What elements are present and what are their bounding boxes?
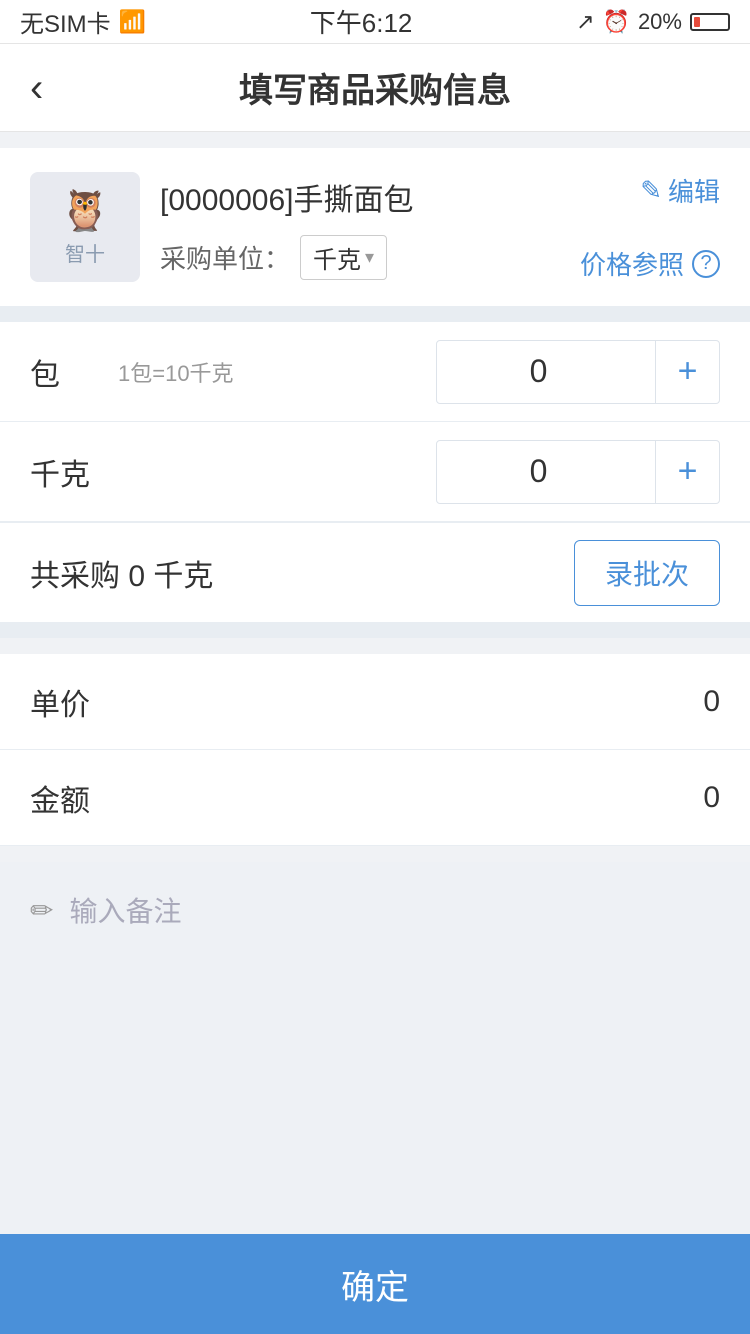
location-icon: ↗ <box>576 9 594 35</box>
total-row: 共采购 0 千克 录批次 <box>0 522 750 622</box>
unit-value: 千克 <box>313 240 361 275</box>
bag-plus-button[interactable]: + <box>656 340 720 404</box>
record-batch-button[interactable]: 录批次 <box>574 540 720 606</box>
product-image: 🦉 智十 <box>30 172 140 282</box>
amount-value: 0 <box>703 781 720 815</box>
amount-row: 金额 0 <box>0 750 750 846</box>
bag-input-group: + <box>436 340 720 404</box>
content-spacer <box>0 958 750 1238</box>
bag-label: 包 <box>30 350 110 394</box>
bag-input-row: 包 1包=10千克 + <box>0 322 750 422</box>
battery-percent: 20% <box>638 9 682 35</box>
pencil-icon: ✏ <box>30 894 53 927</box>
kg-quantity-input[interactable] <box>436 440 656 504</box>
total-label: 共采购 0 千克 <box>30 551 213 595</box>
status-left: 无SIM卡 📶 <box>20 4 146 39</box>
nav-bar: ‹ 填写商品采购信息 <box>0 44 750 132</box>
kg-input-row: 千克 + <box>0 422 750 522</box>
status-time: 下午6:12 <box>310 3 413 40</box>
unit-price-row: 单价 0 <box>0 654 750 750</box>
price-ref-label: 价格参照 <box>580 245 684 282</box>
unit-label: 采购单位： <box>160 239 290 276</box>
section-divider-1 <box>0 306 750 322</box>
note-placeholder: 输入备注 <box>69 890 181 930</box>
unit-dropdown-icon: ▾ <box>365 247 374 268</box>
amount-label: 金额 <box>30 776 90 820</box>
wifi-icon: 📶 <box>119 9 146 35</box>
unit-price-value: 0 <box>703 685 720 719</box>
battery-icon <box>690 13 730 31</box>
kg-input-group: + <box>436 440 720 504</box>
note-section[interactable]: ✏ 输入备注 <box>0 862 750 958</box>
product-name: [0000006]手撕面包 <box>160 175 720 219</box>
product-logo-icon: 🦉 <box>60 187 110 234</box>
edit-button[interactable]: ✎ 编辑 <box>640 172 720 209</box>
product-card: 🦉 智十 [0000006]手撕面包 采购单位： 千克 ▾ ✎ 编辑 价格参照 … <box>0 148 750 306</box>
status-bar: 无SIM卡 📶 下午6:12 ↗ ⏰ 20% <box>0 0 750 44</box>
alarm-icon: ⏰ <box>603 9 630 35</box>
bag-sub-label: 1包=10千克 <box>118 356 234 388</box>
page-title: 填写商品采购信息 <box>239 63 511 112</box>
kg-plus-button[interactable]: + <box>656 440 720 504</box>
confirm-button[interactable]: 确定 <box>0 1234 750 1334</box>
section-divider-2 <box>0 622 750 638</box>
product-logo-text: 智十 <box>65 244 105 266</box>
kg-label: 千克 <box>30 450 110 494</box>
price-ref-button[interactable]: 价格参照 ? <box>580 245 720 282</box>
carrier-label: 无SIM卡 <box>20 4 111 39</box>
status-right: ↗ ⏰ 20% <box>576 9 730 35</box>
unit-select[interactable]: 千克 ▾ <box>300 235 387 280</box>
input-section: 包 1包=10千克 + 千克 + 共采购 0 千克 录批次 <box>0 322 750 622</box>
help-icon: ? <box>692 250 720 278</box>
bag-quantity-input[interactable] <box>436 340 656 404</box>
edit-label: 编辑 <box>668 172 720 209</box>
back-button[interactable]: ‹ <box>30 68 63 108</box>
price-section: 单价 0 金额 0 <box>0 654 750 846</box>
edit-icon: ✎ <box>640 175 662 206</box>
unit-price-label: 单价 <box>30 680 90 724</box>
